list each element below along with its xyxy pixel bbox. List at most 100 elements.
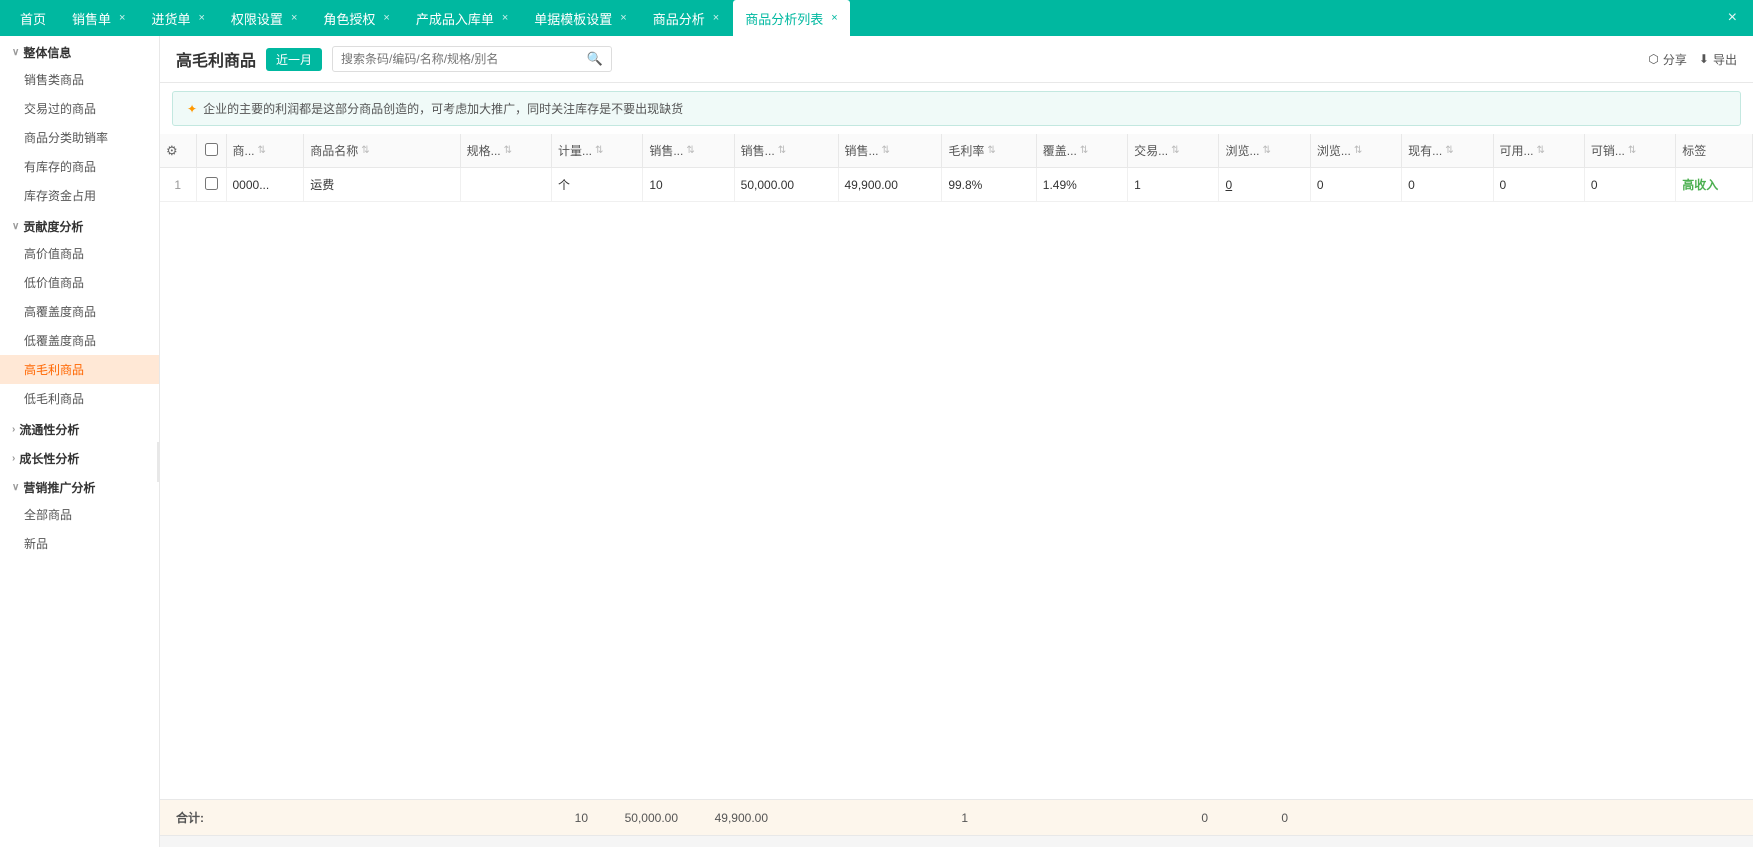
- col-cover-rate[interactable]: 覆盖... ⇅: [1036, 134, 1127, 168]
- content-header: 高毛利商品 近一月 🔍 ⬡ 分享 ⬇ 导出: [160, 36, 1753, 83]
- footer-sales-cost: 49,900.00: [684, 811, 774, 825]
- col-transactions[interactable]: 交易... ⇅: [1128, 134, 1219, 168]
- arrow-icon-3: ›: [12, 424, 15, 435]
- col-sellable[interactable]: 可销... ⇅: [1584, 134, 1675, 168]
- nav-sales[interactable]: 销售单 ×: [60, 0, 137, 36]
- col-browse1[interactable]: 浏览... ⇅: [1219, 134, 1310, 168]
- nav-sales-close[interactable]: ×: [119, 12, 125, 24]
- sidebar-item-low-value[interactable]: 低价值商品: [0, 268, 159, 297]
- cell-name: 运费: [304, 168, 460, 202]
- sidebar-item-low-margin[interactable]: 低毛利商品: [0, 384, 159, 413]
- info-banner: ✦ 企业的主要的利润都是这部分商品创造的，可考虑加大推广，同时关注库存是不要出现…: [172, 91, 1741, 126]
- col-available[interactable]: 可用... ⇅: [1493, 134, 1584, 168]
- footer-current: 0: [1134, 811, 1214, 825]
- cell-browse1[interactable]: 0: [1219, 168, 1310, 202]
- nav-analysis-label: 商品分析: [653, 9, 705, 28]
- sidebar-group-marketing[interactable]: ∨ 营销推广分析: [0, 471, 159, 500]
- sidebar-item-sales-goods[interactable]: 销售类商品: [0, 65, 159, 94]
- horizontal-scrollbar[interactable]: [160, 835, 1753, 847]
- cell-transactions: 1: [1128, 168, 1219, 202]
- share-btn[interactable]: ⬡ 分享: [1648, 51, 1687, 68]
- cell-current: 0: [1402, 168, 1493, 202]
- export-btn[interactable]: ⬇ 导出: [1699, 51, 1737, 68]
- nav-purchase[interactable]: 进货单 ×: [139, 0, 216, 36]
- nav-produce-close[interactable]: ×: [502, 12, 508, 24]
- nav-template[interactable]: 单据模板设置 ×: [522, 0, 638, 36]
- footer-sales-amount: 50,000.00: [594, 811, 684, 825]
- nav-permission-close[interactable]: ×: [291, 12, 297, 24]
- sidebar-item-category-rate[interactable]: 商品分类助销率: [0, 123, 159, 152]
- cell-browse2: 0: [1310, 168, 1401, 202]
- col-sales-cost[interactable]: 销售... ⇅: [838, 134, 942, 168]
- col-spec[interactable]: 规格... ⇅: [460, 134, 551, 168]
- col-checkbox[interactable]: [196, 134, 226, 168]
- nav-analysis[interactable]: 商品分析 ×: [641, 0, 731, 36]
- filter-recent-month-btn[interactable]: 近一月: [266, 48, 322, 71]
- close-all-tabs[interactable]: ×: [1720, 9, 1745, 27]
- col-name[interactable]: 商品名称 ⇅: [304, 134, 460, 168]
- nav-analysis-list-close[interactable]: ×: [831, 12, 837, 24]
- cell-checkbox[interactable]: [196, 168, 226, 202]
- sidebar-item-high-margin[interactable]: 高毛利商品: [0, 355, 159, 384]
- sort-icon-coverrate: ⇅: [1080, 145, 1088, 156]
- export-label: 导出: [1713, 51, 1737, 68]
- nav-produce[interactable]: 产成品入库单 ×: [404, 0, 520, 36]
- sidebar-group-liquidity[interactable]: › 流通性分析: [0, 413, 159, 442]
- col-current[interactable]: 现有... ⇅: [1402, 134, 1493, 168]
- sidebar-item-low-coverage[interactable]: 低覆盖度商品: [0, 326, 159, 355]
- col-gross-rate[interactable]: 毛利率 ⇅: [942, 134, 1036, 168]
- share-label: 分享: [1663, 51, 1687, 68]
- cell-spec: [460, 168, 551, 202]
- nav-permission[interactable]: 权限设置 ×: [219, 0, 309, 36]
- page-title: 高毛利商品: [176, 47, 256, 71]
- nav-role-close[interactable]: ×: [383, 12, 389, 24]
- col-browse2[interactable]: 浏览... ⇅: [1310, 134, 1401, 168]
- cell-gross-rate: 99.8%: [942, 168, 1036, 202]
- select-all-checkbox[interactable]: [205, 143, 218, 156]
- arrow-icon-5: ∨: [12, 482, 19, 493]
- cell-unit: 个: [551, 168, 642, 202]
- nav-template-close[interactable]: ×: [620, 12, 626, 24]
- col-unit[interactable]: 计量... ⇅: [551, 134, 642, 168]
- sidebar-group-growth[interactable]: › 成长性分析: [0, 442, 159, 471]
- search-input[interactable]: [341, 52, 587, 66]
- sidebar-item-all-goods[interactable]: 全部商品: [0, 500, 159, 529]
- nav-produce-label: 产成品入库单: [416, 9, 494, 28]
- arrow-icon: ∨: [12, 47, 19, 58]
- sidebar-item-new-goods[interactable]: 新品: [0, 529, 159, 558]
- sidebar-group-overall[interactable]: ∨ 整体信息: [0, 36, 159, 65]
- settings-icon[interactable]: ⚙: [166, 143, 178, 158]
- sidebar-group-contribution[interactable]: ∨ 贡献度分析: [0, 210, 159, 239]
- col-sales-qty[interactable]: 销售... ⇅: [643, 134, 734, 168]
- table-container[interactable]: ⚙ 商... ⇅ 商品名称: [160, 134, 1753, 799]
- row-checkbox[interactable]: [205, 177, 218, 190]
- info-icon: ✦: [187, 102, 197, 116]
- sort-icon-code: ⇅: [258, 145, 266, 156]
- col-sales-amount[interactable]: 销售... ⇅: [734, 134, 838, 168]
- cell-sales-qty: 10: [643, 168, 734, 202]
- share-icon: ⬡: [1648, 52, 1658, 66]
- col-code[interactable]: 商... ⇅: [226, 134, 304, 168]
- sidebar-item-traded-goods[interactable]: 交易过的商品: [0, 94, 159, 123]
- sort-icon-grossrate: ⇅: [987, 145, 995, 156]
- sidebar-group-growth-label: 成长性分析: [19, 450, 79, 467]
- content-area: 高毛利商品 近一月 🔍 ⬡ 分享 ⬇ 导出 ✦ 企业的主要的利润都是这部分商品创…: [160, 36, 1753, 847]
- footer-row: 合计: 10 50,000.00 49,900.00 1 0 0: [160, 799, 1753, 835]
- cell-tag: 高收入: [1676, 168, 1753, 202]
- sidebar-item-stock-capital[interactable]: 库存资金占用: [0, 181, 159, 210]
- sidebar: « ∨ 整体信息 销售类商品 交易过的商品 商品分类助销率 有库存的商品 库存资…: [0, 36, 160, 847]
- search-icon[interactable]: 🔍: [587, 51, 603, 67]
- sidebar-item-stocked-goods[interactable]: 有库存的商品: [0, 152, 159, 181]
- col-settings[interactable]: ⚙: [160, 134, 196, 168]
- nav-purchase-close[interactable]: ×: [198, 12, 204, 24]
- sort-icon-sellable: ⇅: [1628, 145, 1636, 156]
- nav-analysis-list[interactable]: 商品分析列表 ×: [733, 0, 849, 36]
- sidebar-item-high-coverage[interactable]: 高覆盖度商品: [0, 297, 159, 326]
- col-tag[interactable]: 标签: [1676, 134, 1753, 168]
- nav-role[interactable]: 角色授权 ×: [311, 0, 401, 36]
- sidebar-item-high-value[interactable]: 高价值商品: [0, 239, 159, 268]
- nav-analysis-close[interactable]: ×: [713, 12, 719, 24]
- nav-home[interactable]: 首页: [8, 0, 58, 36]
- info-banner-text: 企业的主要的利润都是这部分商品创造的，可考虑加大推广，同时关注库存是不要出现缺货: [203, 100, 683, 117]
- nav-template-label: 单据模板设置: [534, 9, 612, 28]
